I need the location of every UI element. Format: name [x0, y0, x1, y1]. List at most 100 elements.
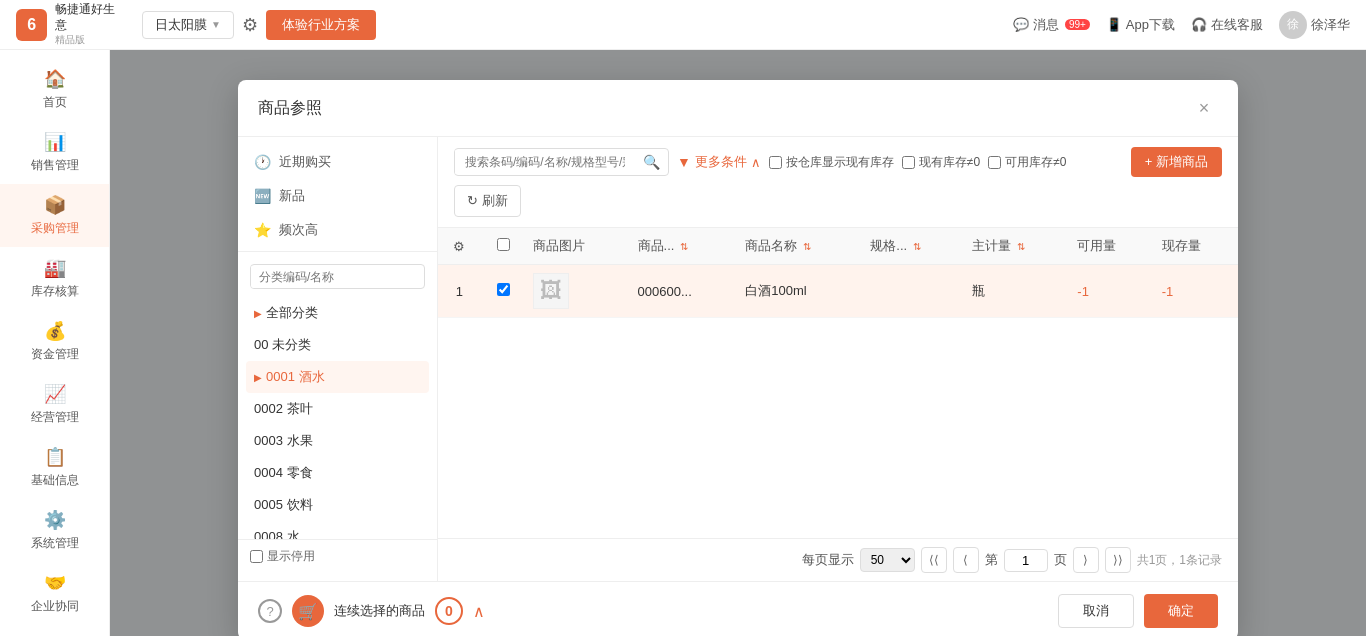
product-table-area: ⚙ 商品图片 商品... ⇅ 商品名称 ⇅ 规格... ⇅ 主计量 ⇅ 可用量 — [438, 228, 1238, 538]
per-page-label: 每页显示 — [802, 551, 854, 569]
finance-icon: 💰 — [44, 320, 66, 342]
category-alcohol[interactable]: ▶ 0001 酒水 — [246, 361, 429, 393]
product-search-btn[interactable]: 🔍 — [635, 149, 668, 175]
nav-selector[interactable]: 日太阳膜 ▼ — [142, 11, 234, 39]
available-stock-check[interactable] — [902, 156, 915, 169]
home-icon: 🏠 — [44, 68, 66, 90]
last-page-btn[interactable]: ⟩⟩ — [1105, 547, 1131, 573]
row-stock: -1 — [1154, 265, 1238, 318]
first-page-btn[interactable]: ⟨⟨ — [921, 547, 947, 573]
quick-item-frequent[interactable]: ⭐ 频次高 — [238, 213, 437, 247]
category-search-input[interactable] — [251, 266, 417, 288]
recent-icon: 🕐 — [254, 154, 271, 170]
row-checkbox[interactable] — [481, 265, 525, 318]
col-name: 商品名称 ⇅ — [737, 228, 862, 265]
trial-btn[interactable]: 体验行业方案 — [266, 10, 376, 40]
category-drinks[interactable]: 0005 饮料 — [246, 489, 429, 521]
modal-body: 🕐 近期购买 🆕 新品 ⭐ 频次高 — [238, 137, 1238, 581]
sidebar-item-operations[interactable]: 📈 经营管理 — [0, 373, 109, 436]
col-image: 商品图片 — [525, 228, 629, 265]
continuous-label: 连续选择的商品 — [334, 602, 425, 620]
logo-sub: 精品版 — [55, 33, 126, 47]
warehouse-stock-check[interactable] — [769, 156, 782, 169]
logo-text: 畅捷通好生意 — [55, 2, 126, 33]
category-tea[interactable]: 0002 茶叶 — [246, 393, 429, 425]
basics-icon: 📋 — [44, 446, 66, 468]
frequent-icon: ⭐ — [254, 222, 271, 238]
avatar: 徐 — [1279, 11, 1307, 39]
sidebar-item-enterprise[interactable]: 🤝 企业协同 — [0, 562, 109, 625]
category-uncategorized[interactable]: 00 未分类 — [246, 329, 429, 361]
page-label: 第 — [985, 551, 998, 569]
messages-btn[interactable]: 💬 消息 99+ — [1013, 16, 1090, 34]
prev-page-btn[interactable]: ⟨ — [953, 547, 979, 573]
product-search-bar: 🔍 — [454, 148, 669, 176]
sidebar-item-finance[interactable]: 💰 资金管理 — [0, 310, 109, 373]
app-download-btn[interactable]: 📱 App下载 — [1106, 16, 1175, 34]
mobile-icon: 📱 — [1106, 17, 1122, 32]
sidebar-item-inventory[interactable]: 🏭 库存核算 — [0, 247, 109, 310]
messages-badge: 99+ — [1065, 19, 1090, 30]
sidebar-item-sales[interactable]: 📊 销售管理 — [0, 121, 109, 184]
quick-access-panel: 🕐 近期购买 🆕 新品 ⭐ 频次高 — [238, 145, 437, 247]
product-img: 🖼 — [533, 273, 569, 309]
online-service-btn[interactable]: 🎧 在线客服 — [1191, 16, 1263, 34]
add-product-btn[interactable]: + 新增商品 — [1131, 147, 1222, 177]
quick-item-recent[interactable]: 🕐 近期购买 — [238, 145, 437, 179]
sidebar-item-basics[interactable]: 📋 基础信息 — [0, 436, 109, 499]
category-search-btn[interactable]: 🔍 — [417, 265, 425, 288]
left-panel: 🕐 近期购买 🆕 新品 ⭐ 频次高 — [238, 137, 438, 581]
product-search-input[interactable] — [455, 150, 635, 174]
next-page-btn[interactable]: ⟩ — [1073, 547, 1099, 573]
sidebar: 🏠 首页 📊 销售管理 📦 采购管理 🏭 库存核算 💰 资金管理 📈 经营管理 … — [0, 50, 110, 636]
col-spec: 规格... ⇅ — [862, 228, 964, 265]
collapse-footer-btn[interactable]: ∧ — [473, 602, 485, 621]
settings-icon[interactable]: ⚙ — [234, 9, 266, 41]
table-row[interactable]: 1 🖼 000600... 白酒100ml 瓶 -1 -1 — [438, 265, 1238, 318]
show-disabled-check[interactable] — [250, 550, 263, 563]
usable-stock-check[interactable] — [988, 156, 1001, 169]
headset-icon: 🎧 — [1191, 17, 1207, 32]
operations-icon: 📈 — [44, 383, 66, 405]
arrow-icon: ▶ — [254, 308, 262, 319]
page-of-label: 页 — [1054, 551, 1067, 569]
sidebar-item-system[interactable]: ⚙️ 系统管理 — [0, 499, 109, 562]
confirm-btn[interactable]: 确定 — [1144, 594, 1218, 628]
check-usable-stock[interactable]: 可用库存≠0 — [988, 154, 1066, 171]
check-warehouse-stock[interactable]: 按仓库显示现有库存 — [769, 154, 894, 171]
enterprise-icon: 🤝 — [44, 572, 66, 594]
category-snacks[interactable]: 0004 零食 — [246, 457, 429, 489]
category-all[interactable]: ▶ 全部分类 — [246, 297, 429, 329]
category-fruit[interactable]: 0003 水果 — [246, 425, 429, 457]
close-btn[interactable]: × — [1190, 94, 1218, 122]
row-code: 000600... — [630, 265, 738, 318]
nav-arrow-icon: ▼ — [211, 19, 221, 30]
check-available-stock[interactable]: 现有库存≠0 — [902, 154, 980, 171]
col-available: 可用量 — [1069, 228, 1153, 265]
category-list: ▶ 全部分类 00 未分类 ▶ 0001 酒水 0002 茶 — [238, 297, 437, 539]
category-water[interactable]: 0008 水 — [246, 521, 429, 539]
purchase-icon: 📦 — [44, 194, 66, 216]
help-icon[interactable]: ? — [258, 599, 282, 623]
sidebar-item-guide[interactable]: 📖 新手引导 — [0, 625, 109, 636]
select-all-check[interactable] — [497, 238, 510, 251]
cart-icon[interactable]: 🛒 — [292, 595, 324, 627]
per-page-select[interactable]: 50 10 20 100 — [860, 548, 915, 572]
sidebar-item-purchase[interactable]: 📦 采购管理 — [0, 184, 109, 247]
cancel-btn[interactable]: 取消 — [1058, 594, 1134, 628]
quick-item-new[interactable]: 🆕 新品 — [238, 179, 437, 213]
col-settings[interactable]: ⚙ — [438, 228, 481, 265]
row-unit: 瓶 — [964, 265, 1069, 318]
user-menu[interactable]: 徐 徐泽华 — [1279, 11, 1350, 39]
product-table: ⚙ 商品图片 商品... ⇅ 商品名称 ⇅ 规格... ⇅ 主计量 ⇅ 可用量 — [438, 228, 1238, 318]
show-disabled-checkbox[interactable]: 显示停用 — [250, 548, 315, 565]
right-panel: 🔍 ▼ 更多条件 ∧ 按仓库显示现有库存 — [438, 137, 1238, 581]
refresh-btn[interactable]: ↻ 刷新 — [454, 185, 521, 217]
col-code: 商品... ⇅ — [630, 228, 738, 265]
product-toolbar: 🔍 ▼ 更多条件 ∧ 按仓库显示现有库存 — [438, 137, 1238, 228]
category-search-bar: 🔍 — [250, 264, 425, 289]
filter-btn[interactable]: ▼ 更多条件 ∧ — [677, 153, 761, 171]
row-name: 白酒100ml — [737, 265, 862, 318]
page-input[interactable] — [1004, 549, 1048, 572]
sidebar-item-home[interactable]: 🏠 首页 — [0, 58, 109, 121]
